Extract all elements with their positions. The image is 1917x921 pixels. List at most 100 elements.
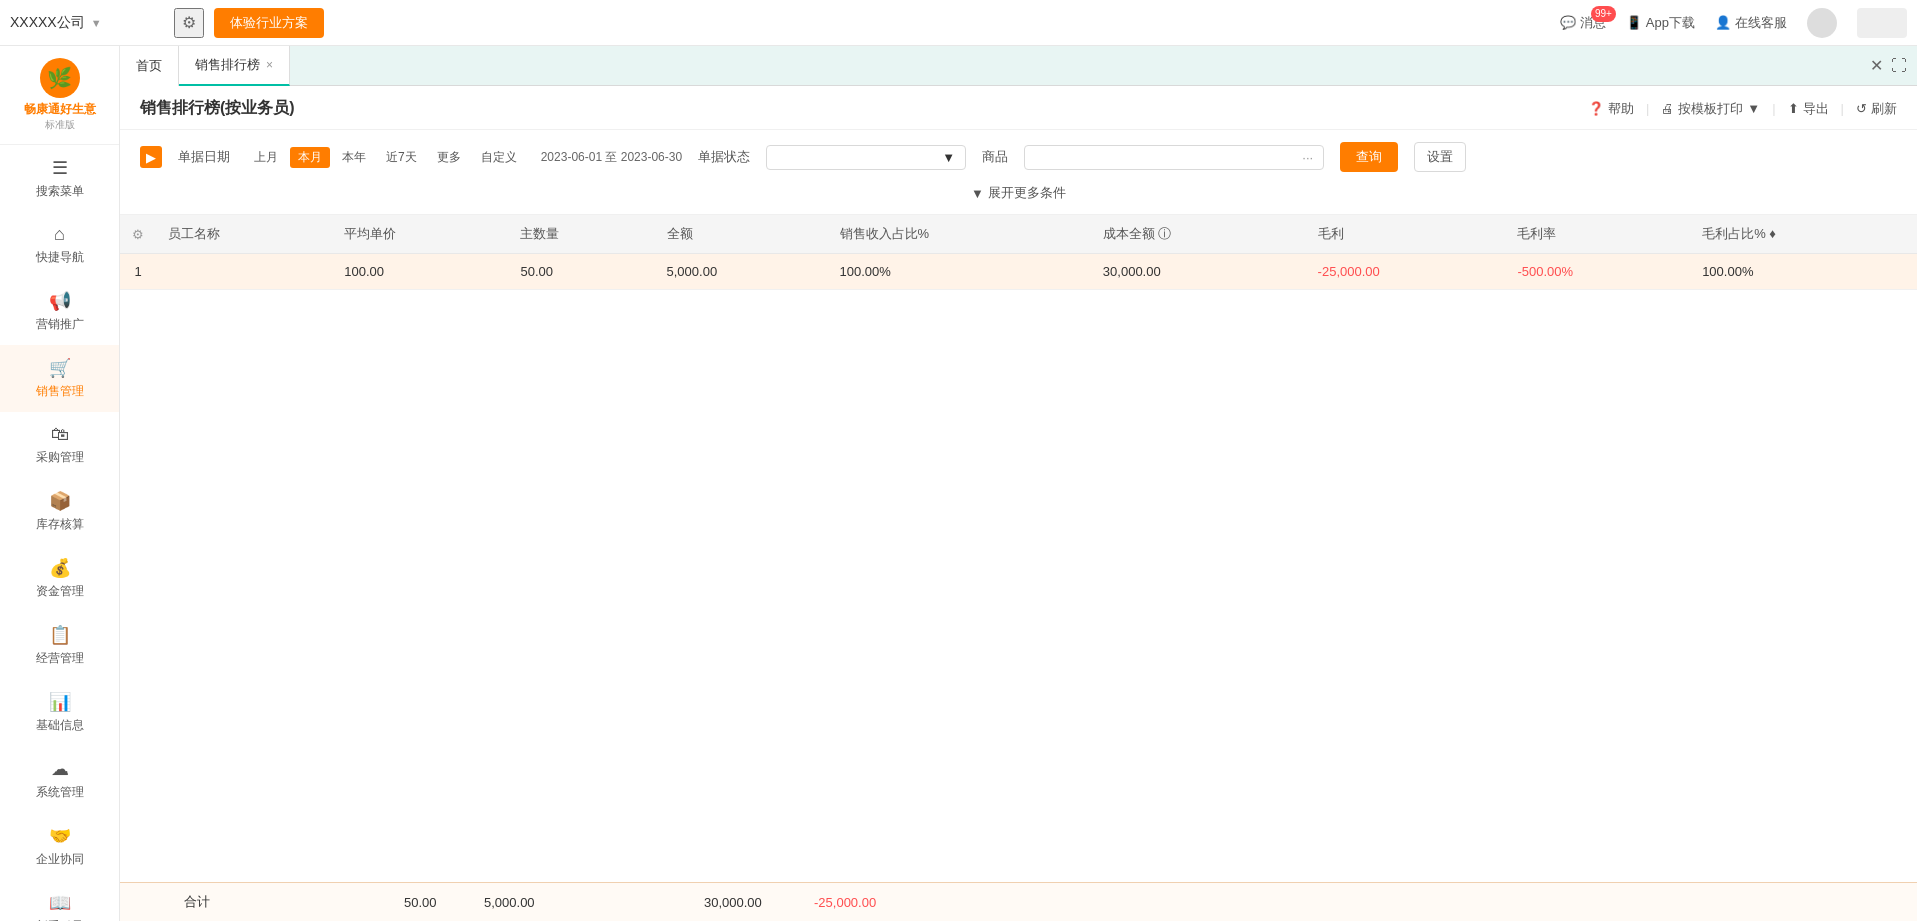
sidebar-label-collab: 企业协同 [36,851,84,868]
tab-sales-rank[interactable]: 销售排行榜 × [179,46,290,86]
goods-label: 商品 [982,148,1008,166]
footer-cost: 30,000.00 [692,895,802,910]
sidebar-item-finance[interactable]: 💰 资金管理 [0,545,119,612]
table-footer: 合计 50.00 5,000.00 30,000.00 -25,000.00 [120,882,1917,921]
sidebar-label-basic: 基础信息 [36,717,84,734]
sidebar-item-search[interactable]: ☰ 搜索菜单 [0,145,119,212]
gear-button[interactable]: ⚙ [174,8,204,38]
page-title: 销售排行榜(按业务员) [140,98,295,119]
help-button[interactable]: ❓ 帮助 [1588,100,1634,118]
message-badge: 99+ [1591,6,1616,22]
table-row: 1 100.00 50.00 5,000.00 100.00% 30,000.0… [120,254,1917,290]
tab-bar-right: ✕ ⛶ [1870,56,1917,75]
col-sales-pct: 销售收入占比% [828,215,1091,254]
sidebar-item-collab[interactable]: 🤝 企业协同 [0,813,119,880]
print-icon: 🖨 [1661,101,1674,116]
company-selector[interactable]: XXXXX公司 ▼ [10,14,170,32]
sidebar-label-operations: 经营管理 [36,650,84,667]
row-index: 1 [120,254,156,290]
sidebar-item-sales[interactable]: 🛒 销售管理 [0,345,119,412]
table-container: ⚙ 员工名称 平均单价 主数量 全额 销售收入占比% 成本全额 ⓘ 毛利 毛利率… [120,215,1917,882]
online-service-label: 在线客服 [1735,14,1787,32]
tab-maximize-btn[interactable]: ⛶ [1891,57,1907,75]
export-icon: ⬆ [1788,101,1799,116]
sales-icon: 🛒 [49,357,71,379]
filter-toggle-btn[interactable]: ▶ [140,146,162,168]
finance-icon: 💰 [49,557,71,579]
app-icon: 📱 [1626,15,1642,30]
online-service-item[interactable]: 👤 在线客服 [1715,14,1787,32]
col-amount: 全额 [655,215,828,254]
status-select[interactable]: ▼ [766,145,966,170]
sidebar-item-purchase[interactable]: 🛍 采购管理 [0,412,119,478]
filter-bar: ▶ 单据日期 上月 本月 本年 近7天 更多 自定义 2023-06-01 至 … [120,130,1917,215]
status-label: 单据状态 [698,148,750,166]
date-tab-7days[interactable]: 近7天 [378,147,425,168]
newbie-icon: 📖 [49,892,71,914]
sidebar-item-basic[interactable]: 📊 基础信息 [0,679,119,746]
row-avg-price: 100.00 [332,254,508,290]
tab-bar: 首页 销售排行榜 × ✕ ⛶ [120,46,1917,86]
export-button[interactable]: ⬆ 导出 [1788,100,1829,118]
page-header: 销售排行榜(按业务员) ❓ 帮助 | 🖨 按模板打印 ▼ | ⬆ [120,86,1917,130]
trial-button[interactable]: 体验行业方案 [214,8,324,38]
query-button[interactable]: 查询 [1340,142,1398,172]
sidebar-label-quick: 快捷导航 [36,249,84,266]
row-qty: 50.00 [508,254,654,290]
print-button[interactable]: 🖨 按模板打印 ▼ [1661,100,1760,118]
sidebar-label-purchase: 采购管理 [36,449,84,466]
print-chevron-icon: ▼ [1747,101,1760,116]
sidebar: 🌿 畅康通好生意 标准版 ☰ 搜索菜单 ⌂ 快捷导航 📢 营销推广 🛒 销售管理… [0,46,120,921]
message-icon: 💬 [1560,15,1576,30]
app-download-item[interactable]: 📱 App下载 [1626,14,1695,32]
col-settings[interactable]: ⚙ [120,215,156,254]
date-tab-last-month[interactable]: 上月 [246,147,286,168]
settings-button[interactable]: 设置 [1414,142,1466,172]
logo-text: 畅康通好生意 [24,102,96,118]
goods-input[interactable]: ··· [1024,145,1324,170]
col-gross-rate: 毛利率 [1505,215,1690,254]
page-content: 销售排行榜(按业务员) ❓ 帮助 | 🖨 按模板打印 ▼ | ⬆ [120,86,1917,921]
sidebar-item-marketing[interactable]: 📢 营销推广 [0,278,119,345]
tab-close-icon[interactable]: × [266,58,273,72]
logo-sub: 标准版 [45,118,75,132]
row-sales-pct: 100.00% [828,254,1091,290]
home-icon: ⌂ [54,224,65,245]
refresh-button[interactable]: ↺ 刷新 [1856,100,1897,118]
col-qty: 主数量 [508,215,654,254]
expand-icon: ▼ [971,186,984,201]
date-tab-custom[interactable]: 自定义 [473,147,525,168]
date-tab-more[interactable]: 更多 [429,147,469,168]
message-item[interactable]: 💬 消息 99+ [1560,14,1606,32]
sidebar-item-system[interactable]: ☁ 系统管理 [0,746,119,813]
date-range: 2023-06-01 至 2023-06-30 [541,149,682,166]
col-gross: 毛利 [1306,215,1506,254]
expand-label: 展开更多条件 [988,184,1066,202]
inventory-icon: 📦 [49,490,71,512]
avatar[interactable] [1807,8,1837,38]
footer-total-label: 合计 [172,893,292,911]
sales-rank-table: ⚙ 员工名称 平均单价 主数量 全额 销售收入占比% 成本全额 ⓘ 毛利 毛利率… [120,215,1917,290]
date-tab-this-year[interactable]: 本年 [334,147,374,168]
tab-home[interactable]: 首页 [120,46,179,86]
marketing-icon: 📢 [49,290,71,312]
sidebar-item-operations[interactable]: 📋 经营管理 [0,612,119,679]
basic-icon: 📊 [49,691,71,713]
collab-icon: 🤝 [49,825,71,847]
row-name [156,254,332,290]
col-gross-pct: 毛利占比% ♦ [1690,215,1917,254]
expand-btn[interactable]: ▼ 展开更多条件 [140,180,1897,206]
system-icon: ☁ [51,758,69,780]
sidebar-item-newbie[interactable]: 📖 新手引导 [0,880,119,921]
top-header: XXXXX公司 ▼ ⚙ 体验行业方案 💬 消息 99+ 📱 App下载 👤 在线… [0,0,1917,46]
refresh-icon: ↺ [1856,101,1867,116]
row-gross-pct: 100.00% [1690,254,1917,290]
sidebar-label-marketing: 营销推广 [36,316,84,333]
sidebar-item-quick[interactable]: ⌂ 快捷导航 [0,212,119,278]
date-tab-this-month[interactable]: 本月 [290,147,330,168]
avatar-name[interactable] [1857,8,1907,38]
sidebar-item-inventory[interactable]: 📦 库存核算 [0,478,119,545]
col-name: 员工名称 [156,215,332,254]
company-name: XXXXX公司 [10,14,85,32]
tab-close-window-btn[interactable]: ✕ [1870,56,1883,75]
